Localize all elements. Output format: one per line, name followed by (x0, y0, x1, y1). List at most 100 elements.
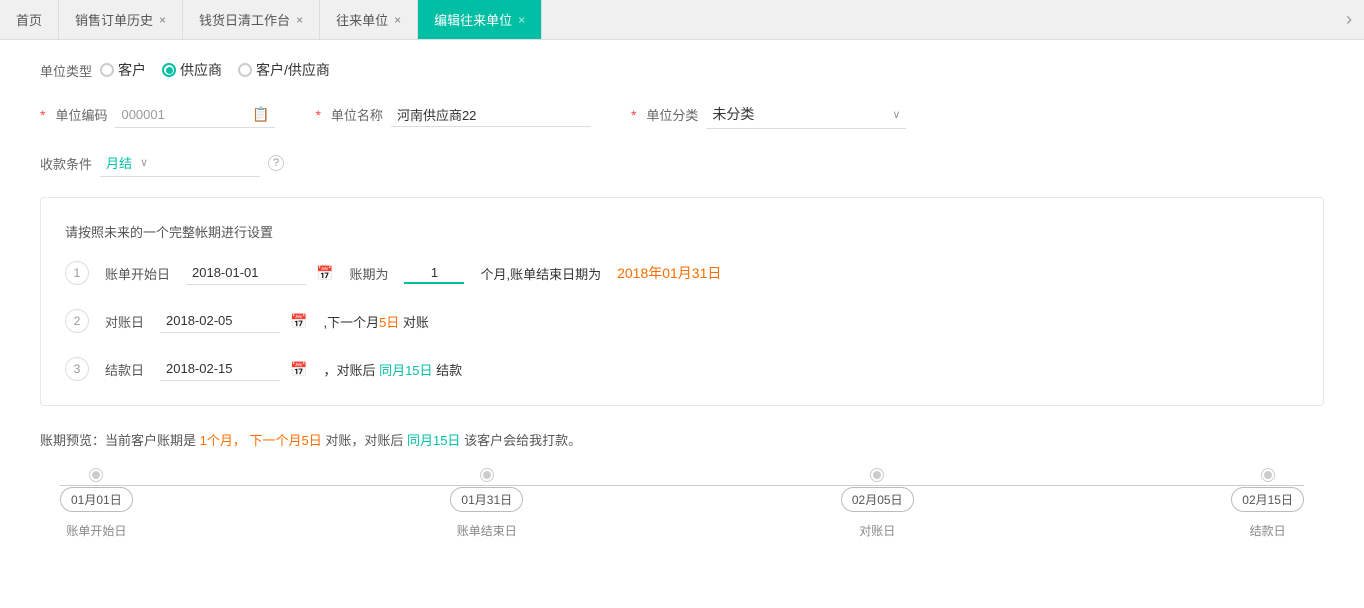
payment-suffix: ，对账后 同月15日 结款 (323, 360, 462, 379)
timeline-reconcile: 02月05日 对账日 (841, 469, 914, 539)
timeline-label-reconcile: 对账日 (859, 522, 895, 539)
payment-terms-label: 收款条件 (40, 154, 92, 173)
payment-date-calendar-icon[interactable]: 📅 (290, 361, 307, 378)
unit-name-field: * 单位名称 (315, 103, 590, 127)
tab-cash-work[interactable]: 钱货日清工作台 × (183, 0, 320, 39)
tab-partners[interactable]: 往来单位 × (320, 0, 418, 39)
preview-section: 账期预览：当前客户账期是 1个月， 下一个月5日 对账，对账后 同月15日 该客… (40, 414, 1324, 539)
reconcile-date-calendar-icon[interactable]: 📅 (290, 313, 307, 330)
close-sales-history-icon[interactable]: × (159, 13, 166, 27)
timeline: 01月01日 账单开始日 01月31日 账单结束日 02月05日 对账日 02月… (40, 469, 1324, 539)
unit-category-select[interactable]: 未分类 ∨ (706, 100, 906, 129)
period-label: 账期为 (349, 264, 388, 283)
settings-card: 请按照未来的一个完整帐期进行设置 1 账单开始日 📅 账期为 个月,账单结束日期… (40, 197, 1324, 406)
timeline-dot-start (90, 469, 102, 481)
tab-home[interactable]: 首页 (0, 0, 59, 39)
radio-group: 客户 供应商 客户/供应商 (100, 60, 330, 80)
preview-text: 账期预览：当前客户账期是 1个月， 下一个月5日 对账，对账后 同月15日 该客… (40, 430, 1324, 449)
payment-terms-value: 月结 (106, 153, 132, 172)
payment-terms-field: 收款条件 月结 ∨ ? (40, 149, 284, 177)
help-icon[interactable]: ? (268, 155, 284, 171)
tab-sales-history[interactable]: 销售订单历史 × (59, 0, 183, 39)
radio-supplier[interactable]: 供应商 (162, 60, 222, 80)
unit-type-label: 单位类型 (40, 61, 92, 80)
timeline-badge-reconcile: 02月05日 (841, 487, 914, 512)
unit-name-required: * (315, 107, 320, 123)
unit-code-input[interactable] (121, 107, 248, 122)
start-date-input[interactable] (186, 261, 306, 285)
row-num-2: 2 (65, 309, 89, 333)
row-label-2: 对账日 (105, 312, 144, 331)
unit-category-arrow: ∨ (892, 108, 900, 121)
unit-category-label: 单位分类 (646, 105, 698, 124)
payment-date-input[interactable] (160, 357, 280, 381)
setting-row-2: 2 对账日 📅 ,下一个月5日 对账 (65, 309, 1299, 333)
unit-category-field: * 单位分类 未分类 ∨ (631, 100, 906, 129)
unit-code-input-wrapper: 📋 (115, 102, 275, 128)
timeline-items: 01月01日 账单开始日 01月31日 账单结束日 02月05日 对账日 02月… (60, 469, 1304, 539)
timeline-label-start: 账单开始日 (66, 522, 126, 539)
tab-partners-label: 往来单位 (336, 10, 388, 29)
radio-supplier-circle (162, 63, 176, 77)
row-label-1: 账单开始日 (105, 264, 170, 283)
row-label-3: 结款日 (105, 360, 144, 379)
close-cash-work-icon[interactable]: × (296, 13, 303, 27)
timeline-badge-payment: 02月15日 (1231, 487, 1304, 512)
unit-type-field: 单位类型 客户 供应商 客户/供应商 (40, 60, 330, 80)
unit-name-label: 单位名称 (331, 105, 383, 124)
payment-day: 同月15日 (379, 363, 432, 378)
radio-customer-label: 客户 (118, 60, 146, 80)
tab-home-label: 首页 (16, 10, 42, 29)
timeline-dot-reconcile (871, 469, 883, 481)
radio-both-label: 客户/供应商 (256, 60, 330, 80)
row-num-1: 1 (65, 261, 89, 285)
close-edit-partner-icon[interactable]: × (518, 13, 525, 27)
reconcile-date-input[interactable] (160, 309, 280, 333)
tab-edit-partner-label: 编辑往来单位 (434, 10, 512, 29)
preview-after: 对账，对账后 (325, 433, 407, 448)
radio-supplier-label: 供应商 (180, 60, 222, 80)
setting-row-3: 3 结款日 📅 ，对账后 同月15日 结款 (65, 357, 1299, 381)
timeline-badge-start: 01月01日 (60, 487, 133, 512)
date-row-2: 📅 (160, 309, 307, 333)
unit-code-required: * (40, 107, 45, 123)
radio-customer[interactable]: 客户 (100, 60, 146, 80)
timeline-badge-end: 01月31日 (450, 487, 523, 512)
timeline-end: 01月31日 账单结束日 (450, 469, 523, 539)
preview-highlight1: 1个月， (200, 433, 246, 448)
code-name-category-row: * 单位编码 📋 * 单位名称 * 单位分类 未分类 ∨ (40, 100, 1324, 129)
preview-prefix: 账期预览：当前客户账期是 (40, 433, 200, 448)
tab-bar: 首页 销售订单历史 × 钱货日清工作台 × 往来单位 × 编辑往来单位 × › (0, 0, 1364, 40)
close-partners-icon[interactable]: × (394, 13, 401, 27)
radio-both[interactable]: 客户/供应商 (238, 60, 330, 80)
payment-terms-row: 收款条件 月结 ∨ ? (40, 149, 1324, 177)
timeline-start: 01月01日 账单开始日 (60, 469, 133, 539)
unit-code-label: 单位编码 (55, 105, 107, 124)
radio-both-circle (238, 63, 252, 77)
tab-cash-work-label: 钱货日清工作台 (199, 10, 290, 29)
timeline-label-payment: 结款日 (1250, 522, 1286, 539)
row-num-3: 3 (65, 357, 89, 381)
unit-name-input[interactable] (391, 103, 591, 127)
tab-edit-partner[interactable]: 编辑往来单位 × (418, 0, 542, 39)
timeline-dot-end (481, 469, 493, 481)
tab-sales-history-label: 销售订单历史 (75, 10, 153, 29)
period-input[interactable] (404, 263, 464, 284)
start-date-calendar-icon[interactable]: 📅 (316, 265, 333, 282)
unit-type-row: 单位类型 客户 供应商 客户/供应商 (40, 60, 1324, 80)
timeline-payment: 02月15日 结款日 (1231, 469, 1304, 539)
payment-terms-select[interactable]: 月结 ∨ (100, 149, 260, 177)
unit-code-icon[interactable]: 📋 (252, 106, 269, 123)
preview-highlight3: 同月15日 (407, 433, 460, 448)
reconcile-suffix: ,下一个月5日 对账 (323, 312, 428, 331)
preview-highlight2: 下一个月5日 (249, 433, 321, 448)
preview-end: 该客户会给我打款。 (464, 433, 581, 448)
reconcile-day: 5日 (379, 315, 399, 330)
timeline-dot-payment (1262, 469, 1274, 481)
tab-more-button[interactable]: › (1334, 9, 1364, 30)
payment-terms-arrow: ∨ (140, 156, 148, 169)
setting-row-1: 1 账单开始日 📅 账期为 个月,账单结束日期为 2018年01月31日 (65, 261, 1299, 285)
unit-category-value: 未分类 (712, 104, 754, 124)
card-title: 请按照未来的一个完整帐期进行设置 (65, 222, 1299, 241)
unit-code-field: * 单位编码 📋 (40, 102, 275, 128)
